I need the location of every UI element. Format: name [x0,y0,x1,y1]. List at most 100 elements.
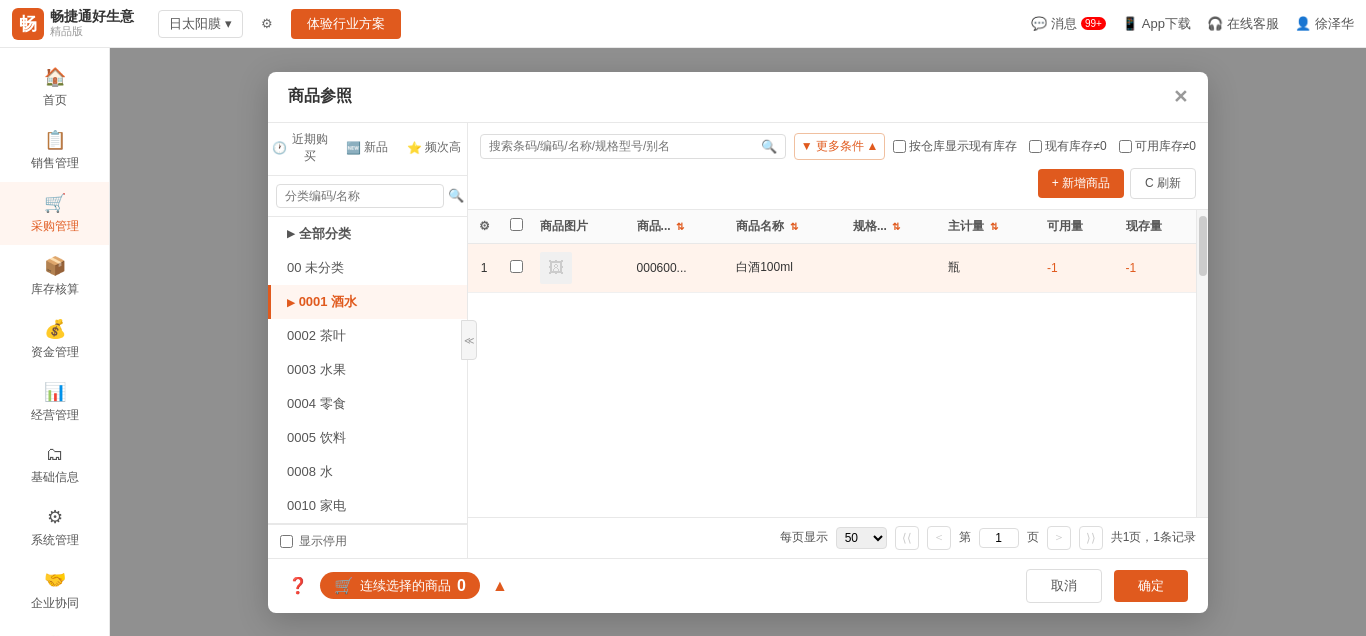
settings-icon-btn[interactable]: ⚙ [251,8,283,40]
tab-new-product[interactable]: 🆕 新品 [334,123,400,175]
sort-icon: ⇅ [790,221,798,232]
tab-recent-purchase[interactable]: 🕐 近期购买 [268,123,334,175]
table-name-col[interactable]: 商品名称 ⇅ [728,210,845,244]
filter-checkbox-2[interactable]: 可用库存≠0 [1119,138,1196,155]
sidebar-item-sales[interactable]: 📋 销售管理 [0,119,109,182]
next-page-btn[interactable]: ＞ [1047,526,1071,550]
select-all-checkbox[interactable] [510,218,523,231]
modal-close-btn[interactable]: ✕ [1173,86,1188,108]
add-product-btn[interactable]: + 新增商品 [1038,169,1124,198]
confirm-btn[interactable]: 确定 [1114,570,1188,602]
cat-item-label: 0001 酒水 [299,294,358,309]
cart-label: 连续选择的商品 [360,577,451,595]
tab-frequent[interactable]: ⭐ 频次高 [401,123,467,175]
collapse-panel-btn[interactable]: ≪ [461,320,477,360]
cat-item-label: 0010 家电 [287,498,346,513]
cat-item-0[interactable]: 00 未分类 [268,251,467,285]
prev-page-btn[interactable]: ＜ [927,526,951,550]
product-panel: 🔍 ▼ 更多条件 ▲ 按仓库显示现有库存 [468,123,1208,558]
vertical-scrollbar[interactable] [1196,210,1208,517]
sidebar-item-basic-info[interactable]: 🗂 基础信息 [0,434,109,496]
category-search-icon[interactable]: 🔍 [448,188,464,203]
app-download-label: App下载 [1142,15,1191,33]
checkbox-warehouse-stock[interactable] [893,140,906,153]
sidebar-item-system[interactable]: ⚙ 系统管理 [0,496,109,559]
product-thumbnail: 🖼 [540,252,572,284]
cat-item-6[interactable]: 0008 水 [268,455,467,489]
operations-icon: 📊 [44,381,66,403]
category-panel: 🕐 近期购买 🆕 新品 ⭐ 频次高 [268,123,468,558]
cat-item-5[interactable]: 0005 饮料 [268,421,467,455]
clock-icon: 🕐 [272,141,287,155]
col-label: 商品... [637,219,671,233]
cat-item-4[interactable]: 0004 零食 [268,387,467,421]
table-settings-col[interactable]: ⚙ [468,210,500,244]
tab-label: 近期购买 [290,131,330,165]
sidebar-item-finance[interactable]: 💰 资金管理 [0,308,109,371]
user-name: 徐泽华 [1315,15,1354,33]
current-page-input[interactable] [979,528,1019,548]
cat-item-3[interactable]: 0003 水果 [268,353,467,387]
help-icon[interactable]: ❓ [288,576,308,595]
guide-icon: 📖 [44,632,66,636]
pagination-bar: 每页显示 50 10 20 100 ⟨⟨ ＜ 第 页 [468,517,1208,558]
sidebar-item-enterprise[interactable]: 🤝 企业协同 [0,559,109,622]
nav-dropdown[interactable]: 日太阳膜 ▾ [158,10,243,38]
filter-checkbox-1[interactable]: 现有库存≠0 [1029,138,1106,155]
page-unit: 页 [1027,529,1039,546]
row-checkbox[interactable] [510,260,523,273]
cart-area[interactable]: 🛒 连续选择的商品 0 [320,572,480,599]
nav-dropdown-label: 日太阳膜 [169,15,221,33]
row-checkbox-cell[interactable] [500,243,532,292]
modal-header: 商品参照 ✕ [268,72,1208,123]
page-size-select[interactable]: 50 10 20 100 [836,527,887,549]
first-page-btn[interactable]: ⟨⟨ [895,526,919,550]
sidebar-item-purchase[interactable]: 🛒 采购管理 [0,182,109,245]
sidebar-item-inventory[interactable]: 📦 库存核算 [0,245,109,308]
product-search-input[interactable] [489,139,757,153]
filter-checkbox-0[interactable]: 按仓库显示现有库存 [893,138,1017,155]
sort-icon: ⇅ [892,221,900,232]
category-list: ▶ 全部分类 00 未分类 ▶ 0001 酒水 0002 茶 [268,217,467,523]
sidebar-item-operations[interactable]: 📊 经营管理 [0,371,109,434]
messages-badge: 99+ [1081,17,1106,30]
product-table-scroll[interactable]: ⚙ 商品图片 商品... ⇅ [468,210,1196,517]
checkbox-available-nonzero[interactable] [1119,140,1132,153]
total-info: 共1页，1条记录 [1111,529,1196,546]
system-icon: ⚙ [47,506,63,528]
cat-item-label: 0004 零食 [287,396,346,411]
last-page-btn[interactable]: ⟩⟩ [1079,526,1103,550]
cat-item-label: 全部分类 [299,225,351,243]
display-disabled-area: 显示停用 [268,524,467,558]
star-icon: ⭐ [407,141,422,155]
table-checkbox-col[interactable] [500,210,532,244]
sidebar-item-guide[interactable]: 📖 新手引导 [0,622,109,636]
cat-item-7[interactable]: 0010 家电 [268,489,467,523]
expand-icon: ▶ [287,228,295,239]
sidebar-item-home[interactable]: 🏠 首页 [0,56,109,119]
app-download-btn[interactable]: 📱 App下载 [1122,15,1191,33]
online-service-btn[interactable]: 🎧 在线客服 [1207,15,1279,33]
cat-item-1[interactable]: ▶ 0001 酒水 [268,285,467,319]
collapse-cart-btn[interactable]: ▲ [492,577,508,595]
experience-btn[interactable]: 体验行业方案 [291,9,401,39]
category-search-input[interactable] [276,184,444,208]
row-stock: -1 [1118,243,1197,292]
cat-item-all[interactable]: ▶ 全部分类 [268,217,467,251]
table-code-col[interactable]: 商品... ⇅ [629,210,729,244]
user-avatar[interactable]: 👤 徐泽华 [1295,15,1354,33]
table-unit-col[interactable]: 主计量 ⇅ [940,210,1039,244]
display-disabled-label: 显示停用 [299,533,347,550]
filter-more-btn[interactable]: ▼ 更多条件 ▲ [794,133,886,160]
refresh-btn[interactable]: C 刷新 [1130,168,1196,199]
display-disabled-checkbox[interactable] [280,535,293,548]
checkbox-stock-nonzero[interactable] [1029,140,1042,153]
messages-btn[interactable]: 💬 消息 99+ [1031,15,1106,33]
cat-item-2[interactable]: 0002 茶叶 [268,319,467,353]
top-nav: 畅 畅捷通好生意 精品版 日太阳膜 ▾ ⚙ 体验行业方案 💬 消息 99+ 📱 … [0,0,1366,48]
main-layout: 🏠 首页 📋 销售管理 🛒 采购管理 📦 库存核算 💰 资金管理 📊 经营管理 … [0,48,1366,636]
table-row[interactable]: 1 🖼 000600... [468,243,1196,292]
cancel-btn[interactable]: 取消 [1026,569,1102,603]
search-icon[interactable]: 🔍 [761,139,777,154]
table-spec-col[interactable]: 规格... ⇅ [845,210,941,244]
